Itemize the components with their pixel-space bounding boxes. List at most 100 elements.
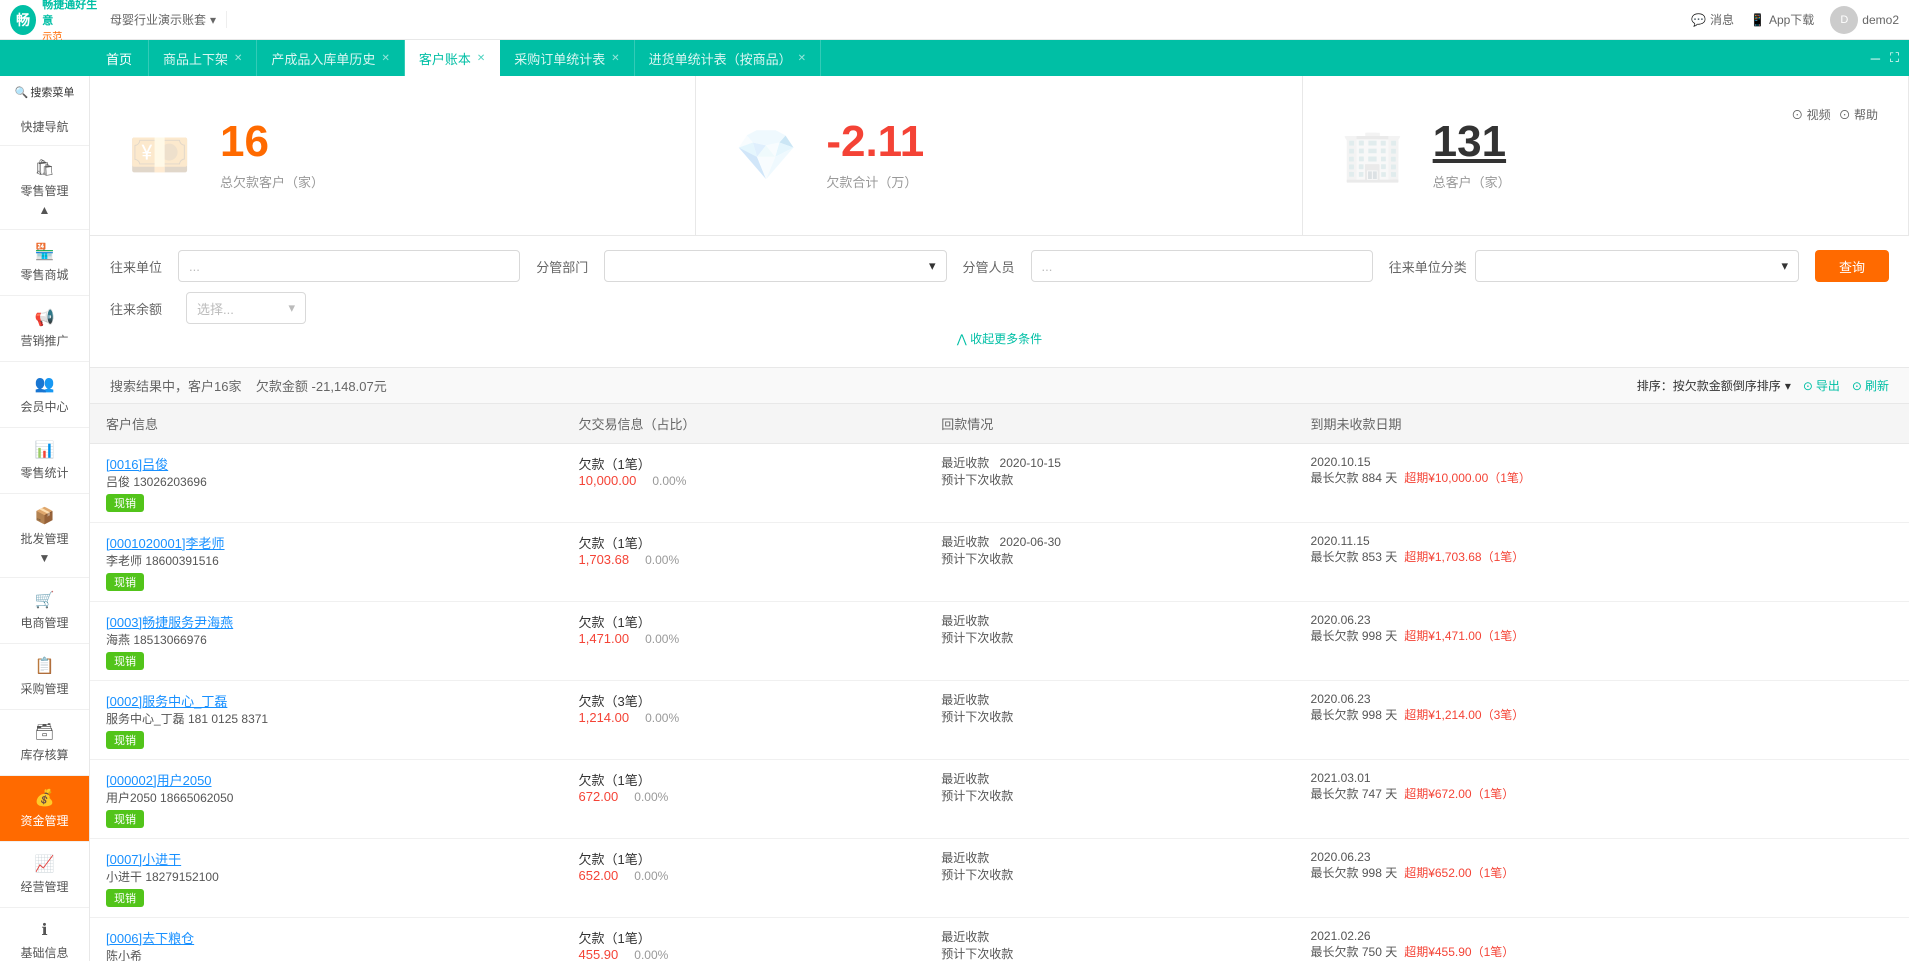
customer-name-link[interactable]: [0006]去下粮仓 xyxy=(106,931,194,946)
next-collect: 预计下次收款 xyxy=(941,866,1278,883)
filter-input-person[interactable]: ... xyxy=(1031,250,1373,282)
close-icon[interactable]: ✕ xyxy=(234,53,242,64)
debt-info: 欠款（1笔） xyxy=(579,454,910,473)
filter-item-person: 分管人员 ... xyxy=(963,250,1373,282)
customer-phone: 海燕 18513066976 xyxy=(106,631,547,648)
filter-area: 往来单位 ... 分管部门 ▾ 分管人员 xyxy=(90,236,1909,368)
debt-count: 欠款（1笔） xyxy=(579,770,651,789)
debt-info: 欠款（1笔） xyxy=(579,533,910,552)
chevron-down-icon: ▾ xyxy=(288,300,295,316)
sort-select[interactable]: 排序：按欠款金额倒序排序 ▾ xyxy=(1637,377,1791,394)
customer-name-link[interactable]: [000002]用户2050 xyxy=(106,773,212,788)
finance-icon: 💰 xyxy=(35,788,55,808)
overdue-info: 最长欠款 998 天 超期¥1,471.00（1笔） xyxy=(1311,627,1893,644)
customer-phone: 用户2050 18665062050 xyxy=(106,789,547,806)
overdue-amount[interactable]: 超期¥1,471.00（1笔） xyxy=(1404,629,1524,643)
debt-info-cell: 欠款（1笔） 455.90 0.00% xyxy=(563,918,926,961)
debt-info-cell: 欠款（3笔） 1,214.00 0.00% xyxy=(563,681,926,760)
filter-select-dept[interactable]: ▾ xyxy=(604,250,946,282)
customer-info-cell: [0003]畅捷服务尹海燕 海燕 18513066976 现销 xyxy=(90,602,563,681)
stat-card-debt-customers-info: 16 总欠款客户（家） xyxy=(220,120,665,191)
close-icon[interactable]: ✕ xyxy=(611,53,619,64)
export-button[interactable]: ⊙ 导出 xyxy=(1803,377,1840,394)
overdue-amount[interactable]: 超期¥1,214.00（3笔） xyxy=(1404,708,1524,722)
table-row: [0002]服务中心_丁磊 服务中心_丁磊 181 0125 8371 现销 欠… xyxy=(90,681,1909,760)
filter-select-category[interactable]: ▾ xyxy=(1475,250,1799,282)
customer-name-link[interactable]: [0001020001]李老师 xyxy=(106,536,225,551)
tab-production-history[interactable]: 产成品入库单历史 ✕ xyxy=(257,40,404,76)
next-collect: 预计下次收款 xyxy=(941,550,1278,567)
sidebar-item-inventory[interactable]: 🗃 库存核算 xyxy=(0,710,89,776)
debt-amount: 455.90 xyxy=(579,947,619,961)
customer-name-link[interactable]: [0002]服务中心_丁磊 xyxy=(106,694,227,709)
overdue-info: 最长欠款 750 天 超期¥455.90（1笔） xyxy=(1311,943,1893,960)
last-collect: 最近收款 2020-06-30 xyxy=(941,533,1278,550)
sidebar-item-retail-mall[interactable]: 🏪 零售商城 xyxy=(0,230,89,296)
overdue-amount[interactable]: 超期¥1,703.68（1笔） xyxy=(1404,550,1524,564)
due-date: 2021.03.01 xyxy=(1311,770,1893,785)
filter-input-unit[interactable]: ... xyxy=(178,250,520,282)
tab-purchase-stats[interactable]: 采购订单统计表 ✕ xyxy=(500,40,634,76)
sidebar-item-ecommerce[interactable]: 🛒 电商管理 xyxy=(0,578,89,644)
sidebar-search-menu[interactable]: 🔍 搜索菜单 xyxy=(0,76,89,108)
query-button[interactable]: 查询 xyxy=(1815,250,1889,282)
sidebar-item-basic-info[interactable]: ℹ 基础信息 xyxy=(0,908,89,961)
maximize-icon[interactable]: ⛶ xyxy=(1890,50,1899,66)
tab-purchase-product-stats[interactable]: 进货单统计表（按商品） ✕ xyxy=(635,40,821,76)
chevron-down-icon: ▾ xyxy=(1785,379,1791,393)
customer-phone: 小进干 18279152100 xyxy=(106,868,547,885)
overdue-amount[interactable]: 超期¥652.00（1笔） xyxy=(1404,866,1514,880)
overdue-amount[interactable]: 超期¥455.90（1笔） xyxy=(1404,945,1514,959)
col-header-collection: 回款情况 xyxy=(925,404,1294,444)
store-selector[interactable]: 母婴行业演示账套 ▾ xyxy=(100,11,227,28)
col-header-debt: 欠交易信息（占比） xyxy=(563,404,926,444)
sidebar-item-finance[interactable]: 💰 资金管理 xyxy=(0,776,89,842)
stats-icon: 📊 xyxy=(35,440,55,460)
purchase-icon: 📋 xyxy=(35,656,55,676)
overdue-amount[interactable]: 超期¥10,000.00（1笔） xyxy=(1404,471,1531,485)
avatar: D xyxy=(1830,6,1858,34)
due-date: 2020.06.23 xyxy=(1311,612,1893,627)
debt-info: 欠款（1笔） xyxy=(579,849,910,868)
tab-product-shelf[interactable]: 商品上下架 ✕ xyxy=(149,40,257,76)
help-button[interactable]: ⊙ 帮助 xyxy=(1839,106,1878,123)
user-menu[interactable]: D demo2 xyxy=(1830,6,1899,34)
customer-phone: 服务中心_丁磊 181 0125 8371 xyxy=(106,710,547,727)
sidebar-item-quick-nav[interactable]: 快捷导航 xyxy=(0,108,89,146)
collapse-bar[interactable]: ⋀ 收起更多条件 xyxy=(110,324,1889,353)
message-button[interactable]: 💬 消息 xyxy=(1691,11,1734,28)
sidebar-item-wholesale-mgmt[interactable]: 📦 批发管理 ▼ xyxy=(0,494,89,578)
balance-select[interactable]: 选择... ▾ xyxy=(186,292,306,324)
debt-amount-row: 1,214.00 0.00% xyxy=(579,710,910,725)
customer-name-link[interactable]: [0003]畅捷服务尹海燕 xyxy=(106,615,233,630)
inventory-icon: 🗃 xyxy=(34,722,54,742)
sidebar-item-members[interactable]: 👥 会员中心 xyxy=(0,362,89,428)
tab-home[interactable]: 首页 xyxy=(90,40,149,76)
customer-name-link[interactable]: [0007]小进干 xyxy=(106,852,181,867)
refresh-button[interactable]: ⊙ 刷新 xyxy=(1852,377,1889,394)
sidebar-item-marketing[interactable]: 📢 营销推广 xyxy=(0,296,89,362)
close-icon[interactable]: ✕ xyxy=(477,53,485,64)
customer-phone: 吕俊 13026203696 xyxy=(106,473,547,490)
close-icon[interactable]: ✕ xyxy=(798,53,806,64)
sidebar-item-operations[interactable]: 📈 经营管理 xyxy=(0,842,89,908)
customer-info-cell: [0016]吕俊 吕俊 13026203696 现销 xyxy=(90,444,563,523)
collection-info-cell: 最近收款 预计下次收款 xyxy=(925,760,1294,839)
app-download-button[interactable]: 📱 App下载 xyxy=(1750,11,1814,28)
table-row: [0007]小进干 小进干 18279152100 现销 欠款（1笔） 652.… xyxy=(90,839,1909,918)
sidebar-item-purchase[interactable]: 📋 采购管理 xyxy=(0,644,89,710)
sidebar-item-retail-mgmt[interactable]: 🛍 零售管理 ▲ xyxy=(0,146,89,230)
close-icon[interactable]: ✕ xyxy=(381,53,389,64)
overdue-info: 最长欠款 998 天 超期¥1,214.00（3笔） xyxy=(1311,706,1893,723)
debt-count: 欠款（1笔） xyxy=(579,849,651,868)
total-customers-value: 131 xyxy=(1433,120,1772,164)
debt-info-cell: 欠款（1笔） 10,000.00 0.00% xyxy=(563,444,926,523)
debt-amount-row: 455.90 0.00% xyxy=(579,947,910,961)
wholesale-icon: 📦 xyxy=(35,506,55,526)
tab-customer-ledger[interactable]: 客户账本 ✕ xyxy=(405,40,500,76)
customer-name-link[interactable]: [0016]吕俊 xyxy=(106,457,168,472)
sidebar-item-retail-stats[interactable]: 📊 零售统计 xyxy=(0,428,89,494)
overdue-amount[interactable]: 超期¥672.00（1笔） xyxy=(1404,787,1514,801)
video-button[interactable]: ⊙ 视频 xyxy=(1791,106,1830,123)
minimize-icon[interactable]: － xyxy=(1869,49,1882,68)
